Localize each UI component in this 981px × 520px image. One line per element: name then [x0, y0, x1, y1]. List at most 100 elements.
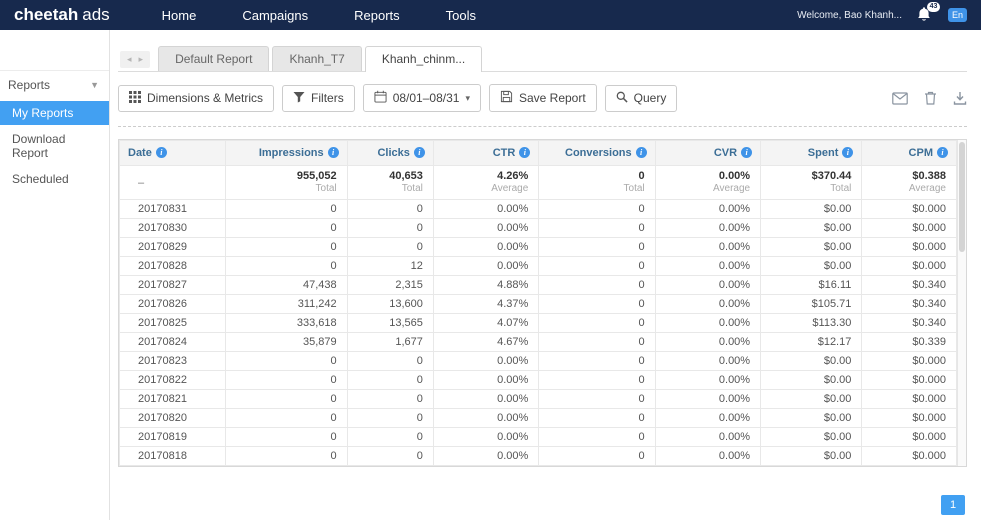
tab-khanh-chinm[interactable]: Khanh_chinm...: [364, 46, 483, 72]
value-cell: $0.00: [760, 256, 863, 276]
table-row[interactable]: 20170823 0 0 0.00% 0 0.00% $0.00 $0.000: [118, 351, 957, 371]
table-row[interactable]: 20170824 35,879 1,677 4.67% 0 0.00% $12.17 $0.3…: [118, 332, 957, 352]
column-label: Clicks: [377, 147, 410, 159]
column-header-impressions[interactable]: Impressions i: [225, 140, 348, 166]
value-cell: 0: [538, 275, 656, 295]
mail-icon[interactable]: [892, 91, 908, 105]
table-row[interactable]: 20170828 0 12 0.00% 0 0.00% $0.00 $0.000: [118, 256, 957, 276]
info-icon[interactable]: i: [741, 147, 753, 158]
tab-scroll-left-icon[interactable]: ◂: [127, 54, 132, 65]
value-cell: 0.00%: [654, 351, 762, 371]
table-row[interactable]: 20170819 0 0 0.00% 0 0.00% $0.00 $0.000: [118, 427, 957, 447]
report-table-container: Date i Impressions i Clicks i CTR i Conversions i…: [118, 139, 967, 467]
notifications-button[interactable]: 43: [916, 2, 940, 24]
page-1-button[interactable]: 1: [941, 495, 965, 515]
table-row[interactable]: 20170820 0 0 0.00% 0 0.00% $0.00 $0.000: [118, 408, 957, 428]
sidebar-section-reports[interactable]: Reports ▼: [0, 70, 109, 99]
value-cell: 0.00%: [432, 199, 540, 219]
date-range-button[interactable]: 08/01–08/31 ▾: [362, 84, 481, 112]
brand-logo[interactable]: cheetah ads: [14, 5, 110, 25]
date-cell: 20170818: [118, 446, 227, 466]
column-header-clicks[interactable]: Clicks i: [346, 140, 434, 166]
value-cell: $0.00: [760, 446, 863, 466]
column-label: CTR: [492, 147, 516, 159]
table-row[interactable]: 20170831 0 0 0.00% 0 0.00% $0.00 $0.000: [118, 199, 957, 219]
save-report-button[interactable]: Save Report: [488, 84, 597, 112]
value-cell: 0: [346, 370, 434, 390]
column-header-date[interactable]: Date i: [118, 140, 227, 166]
totals-cell: $0.388 Average: [861, 165, 957, 200]
column-header-conversions[interactable]: Conversions i: [538, 140, 656, 166]
table-row[interactable]: 20170821 0 0 0.00% 0 0.00% $0.00 $0.000: [118, 389, 957, 409]
value-cell: $0.340: [861, 294, 957, 314]
tab-default-report[interactable]: Default Report: [158, 46, 270, 71]
value-cell: 35,879: [225, 332, 348, 352]
tab-khanh-t7[interactable]: Khanh_T7: [272, 46, 362, 71]
value-cell: $0.00: [760, 427, 863, 447]
table-row[interactable]: 20170822 0 0 0.00% 0 0.00% $0.00 $0.000: [118, 370, 957, 390]
info-icon[interactable]: i: [413, 147, 425, 158]
value-cell: $0.000: [861, 351, 957, 371]
info-icon[interactable]: i: [842, 147, 854, 158]
language-selector[interactable]: En: [947, 8, 967, 22]
table-row[interactable]: 20170825 333,618 13,565 4.07% 0 0.00% $113.30 $…: [118, 313, 957, 333]
value-cell: 13,600: [346, 294, 434, 314]
grid-icon: [129, 90, 141, 106]
tab-scroll-arrows[interactable]: ◂ ▸: [120, 51, 151, 68]
sidebar-item-my-reports[interactable]: My Reports: [0, 101, 109, 125]
value-cell: 0: [538, 332, 656, 352]
report-toolbar: Dimensions & Metrics Filters 08/01–08/31…: [118, 84, 967, 112]
sidebar: Reports ▼ My Reports Download Report Sch…: [0, 30, 110, 520]
info-icon[interactable]: i: [155, 147, 167, 158]
value-cell: 0: [346, 351, 434, 371]
save-icon: [500, 90, 513, 106]
table-scrollbar-thumb[interactable]: [959, 142, 965, 252]
column-header-cvr[interactable]: CVR i: [654, 140, 762, 166]
sidebar-item-scheduled[interactable]: Scheduled: [0, 167, 109, 191]
download-icon[interactable]: [953, 91, 967, 105]
nav-item-tools[interactable]: Tools: [446, 8, 476, 23]
date-cell: 20170823: [118, 351, 227, 371]
info-icon[interactable]: i: [635, 147, 647, 158]
info-icon[interactable]: i: [937, 147, 948, 158]
value-cell: 0.00%: [654, 275, 762, 295]
table-row[interactable]: 20170827 47,438 2,315 4.88% 0 0.00% $16.11 $0.3…: [118, 275, 957, 295]
value-cell: 0.00%: [654, 294, 762, 314]
info-icon[interactable]: i: [327, 147, 339, 158]
table-row[interactable]: 20170830 0 0 0.00% 0 0.00% $0.00 $0.000: [118, 218, 957, 238]
value-cell: 0: [346, 218, 434, 238]
date-cell: 20170819: [118, 427, 227, 447]
value-cell: 4.67%: [432, 332, 540, 352]
nav-item-home[interactable]: Home: [162, 8, 197, 23]
value-cell: 0: [225, 427, 348, 447]
query-button[interactable]: Query: [604, 84, 678, 112]
table-row[interactable]: 20170818 0 0 0.00% 0 0.00% $0.00 $0.000: [118, 446, 957, 466]
column-header-cpm[interactable]: CPM i: [861, 140, 957, 166]
value-cell: 0: [538, 351, 656, 371]
sidebar-item-download-report[interactable]: Download Report: [0, 127, 109, 165]
trash-icon[interactable]: [924, 91, 937, 105]
info-icon[interactable]: i: [519, 147, 531, 158]
welcome-text[interactable]: Welcome, Bao Khanh...: [797, 10, 902, 21]
nav-item-reports[interactable]: Reports: [354, 8, 400, 23]
value-cell: 0: [225, 256, 348, 276]
table-scrollbar[interactable]: [957, 140, 966, 466]
date-range-label: 08/01–08/31: [392, 91, 460, 105]
value-cell: 0: [225, 218, 348, 238]
filters-button[interactable]: Filters: [282, 84, 355, 112]
tab-scroll-right-icon[interactable]: ▸: [139, 54, 144, 65]
value-cell: 0: [538, 446, 656, 466]
nav-item-campaigns[interactable]: Campaigns: [242, 8, 308, 23]
table-row[interactable]: 20170829 0 0 0.00% 0 0.00% $0.00 $0.000: [118, 237, 957, 257]
value-cell: 0.00%: [432, 218, 540, 238]
column-header-spent[interactable]: Spent i: [760, 140, 863, 166]
date-cell: 20170826: [118, 294, 227, 314]
dimensions-metrics-button[interactable]: Dimensions & Metrics: [118, 84, 275, 112]
table-row[interactable]: 20170826 311,242 13,600 4.37% 0 0.00% $105.71 $…: [118, 294, 957, 314]
calendar-icon: [374, 90, 387, 106]
column-header-ctr[interactable]: CTR i: [432, 140, 540, 166]
date-cell: 20170830: [118, 218, 227, 238]
value-cell: 0: [346, 389, 434, 409]
value-cell: $12.17: [760, 332, 863, 352]
value-cell: $0.000: [861, 256, 957, 276]
